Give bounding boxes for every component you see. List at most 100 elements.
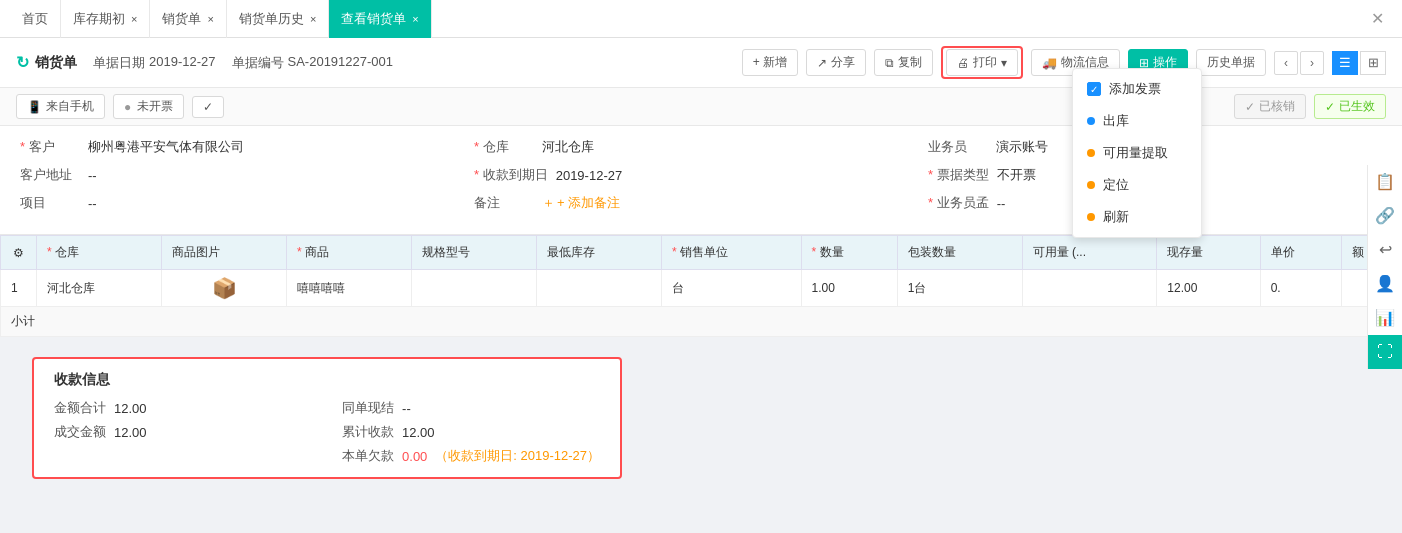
status-nukexiao: ✓ 已核销 — [1234, 94, 1306, 119]
balance-value: 0.00 — [402, 449, 427, 464]
subtotal-row: 小计 — [1, 307, 1402, 337]
prev-button[interactable]: ‹ — [1274, 51, 1298, 75]
staff-label: 业务员 — [928, 138, 988, 156]
next-button[interactable]: › — [1300, 51, 1324, 75]
warehouse-value: 河北仓库 — [542, 138, 594, 156]
sidebar-icon-4[interactable]: 👤 — [1368, 267, 1402, 301]
remark-add-button[interactable]: ＋ + 添加备注 — [542, 194, 620, 212]
tab-sales-history-close[interactable]: × — [310, 13, 316, 25]
dropdown-outbound[interactable]: 出库 — [1073, 105, 1201, 137]
sidebar-icon-3[interactable]: ↩ — [1368, 233, 1402, 267]
share-button[interactable]: ↗ 分享 — [806, 49, 866, 76]
doc-meta: 单据日期 2019-12-27 单据编号 SA-20191227-001 — [93, 54, 393, 72]
table-wrap: ⚙ 仓库 商品图片 商品 规格型号 最低库存 销售单位 数量 包装数量 可用量 … — [0, 235, 1402, 337]
print-highlight-box: 🖨 打印 ▾ — [941, 46, 1023, 79]
ticket-type-label: 票据类型 — [928, 166, 989, 184]
new-button[interactable]: + 新增 — [742, 49, 798, 76]
warehouse-field: 仓库 河北仓库 — [474, 138, 928, 156]
subtotal-label: 小计 — [1, 307, 1402, 337]
shengxiao-check-icon: ✓ — [1325, 100, 1335, 114]
right-sidebar: 📋 🔗 ↩ 👤 📊 ⛶ — [1367, 165, 1402, 369]
sidebar-icon-6[interactable]: ⛶ — [1368, 335, 1402, 369]
dropdown-available-qty[interactable]: 可用量提取 — [1073, 137, 1201, 169]
ticket-type-value: 不开票 — [997, 166, 1036, 184]
cell-current-stock: 12.00 — [1157, 270, 1260, 307]
from-phone-button[interactable]: 📱 来自手机 — [16, 94, 105, 119]
balance-label: 本单欠款 — [342, 447, 394, 465]
not-open-button[interactable]: 未开票 — [113, 94, 184, 119]
col-spec: 规格型号 — [412, 236, 537, 270]
total-label: 金额合计 — [54, 399, 106, 417]
cell-min-stock — [537, 270, 662, 307]
dropdown-add-invoice[interactable]: ✓ 添加发票 — [1073, 73, 1201, 105]
cell-pack-qty: 1台 — [897, 270, 1022, 307]
cumulative-label: 累计收款 — [342, 423, 394, 441]
col-available: 可用量 (... — [1022, 236, 1157, 270]
cumulative-value: 12.00 — [402, 425, 435, 440]
balance-note: （收款到期日: 2019-12-27） — [435, 447, 600, 465]
refresh-dot-icon — [1087, 213, 1095, 221]
total-row: 金额合计 12.00 — [54, 399, 312, 417]
doc-number-field: 单据编号 SA-20191227-001 — [232, 54, 394, 72]
doc-number-value: SA-20191227-001 — [288, 54, 394, 72]
cell-spec — [412, 270, 537, 307]
list-view-button[interactable]: ☰ — [1332, 51, 1358, 75]
transaction-label: 成交金额 — [54, 423, 106, 441]
sidebar-icon-2[interactable]: 🔗 — [1368, 199, 1402, 233]
transaction-row: 成交金额 12.00 — [54, 423, 312, 441]
print-button[interactable]: 🖨 打印 ▾ — [946, 49, 1018, 76]
summary-title: 收款信息 — [54, 371, 600, 389]
history-button[interactable]: 历史单据 — [1196, 49, 1266, 76]
same-order-label: 同单现结 — [342, 399, 394, 417]
tab-sales-order-close[interactable]: × — [207, 13, 213, 25]
col-pack-qty: 包装数量 — [897, 236, 1022, 270]
nav-arrows: ‹ › — [1274, 51, 1324, 75]
payment-date-value: 2019-12-27 — [556, 168, 623, 183]
tab-inventory-init[interactable]: 库存期初 × — [61, 0, 150, 38]
customer-value: 柳州粤港平安气体有限公司 — [88, 138, 244, 156]
doc-date-field: 单据日期 2019-12-27 — [93, 54, 216, 72]
confirm-icon: ✓ — [203, 100, 213, 114]
dropdown-refresh[interactable]: 刷新 — [1073, 201, 1201, 233]
tab-sales-order[interactable]: 销货单 × — [150, 0, 226, 38]
tab-inventory-init-close[interactable]: × — [131, 13, 137, 25]
customer-label: 客户 — [20, 138, 80, 156]
col-unit-price: 单价 — [1260, 236, 1342, 270]
tab-view-sales-close[interactable]: × — [412, 13, 418, 25]
address-value: -- — [88, 168, 97, 183]
copy-icon: ⧉ — [885, 56, 894, 70]
sidebar-icon-1[interactable]: 📋 — [1368, 165, 1402, 199]
tab-sales-history[interactable]: 销货单历史 × — [227, 0, 329, 38]
grid-view-button[interactable]: ⊞ — [1360, 51, 1386, 75]
add-invoice-checkbox-icon: ✓ — [1087, 82, 1101, 96]
doc-date-label: 单据日期 — [93, 54, 145, 72]
tab-view-sales[interactable]: 查看销货单 × — [329, 0, 431, 38]
phone-icon: 📱 — [27, 100, 42, 114]
doc-title: ↻ 销货单 — [16, 53, 77, 72]
tab-home[interactable]: 首页 — [10, 0, 61, 38]
tab-bar: 首页 库存期初 × 销货单 × 销货单历史 × 查看销货单 × ✕ — [0, 0, 1402, 38]
summary-grid: 金额合计 12.00 同单现结 -- 成交金额 12.00 累计收款 12.00 — [54, 399, 600, 465]
cell-warehouse: 河北仓库 — [37, 270, 162, 307]
project-field: 项目 -- — [20, 194, 474, 212]
col-product-img: 商品图片 — [162, 236, 287, 270]
address-field: 客户地址 -- — [20, 166, 474, 184]
items-table: ⚙ 仓库 商品图片 商品 规格型号 最低库存 销售单位 数量 包装数量 可用量 … — [0, 235, 1402, 337]
dropdown-locate[interactable]: 定位 — [1073, 169, 1201, 201]
total-value: 12.00 — [114, 401, 147, 416]
doc-type-label: 销货单 — [35, 54, 77, 72]
copy-button[interactable]: ⧉ 复制 — [874, 49, 933, 76]
confirm-button[interactable]: ✓ — [192, 96, 224, 118]
table-header-row: ⚙ 仓库 商品图片 商品 规格型号 最低库存 销售单位 数量 包装数量 可用量 … — [1, 236, 1402, 270]
project-label: 项目 — [20, 194, 80, 212]
locate-dot-icon — [1087, 181, 1095, 189]
toolbar: + 新增 ↗ 分享 ⧉ 复制 🖨 打印 ▾ 🚚 物流信息 ⊞ 操作 历史单据 — [742, 46, 1386, 79]
warehouse-label: 仓库 — [474, 138, 534, 156]
doc-date-value: 2019-12-27 — [149, 54, 216, 72]
view-toggle: ☰ ⊞ — [1332, 51, 1386, 75]
cell-sales-unit: 台 — [662, 270, 802, 307]
sidebar-icon-5[interactable]: 📊 — [1368, 301, 1402, 335]
window-close[interactable]: ✕ — [1363, 5, 1392, 32]
print-dropdown-arrow[interactable]: ▾ — [1001, 56, 1007, 70]
project-value: -- — [88, 196, 97, 211]
